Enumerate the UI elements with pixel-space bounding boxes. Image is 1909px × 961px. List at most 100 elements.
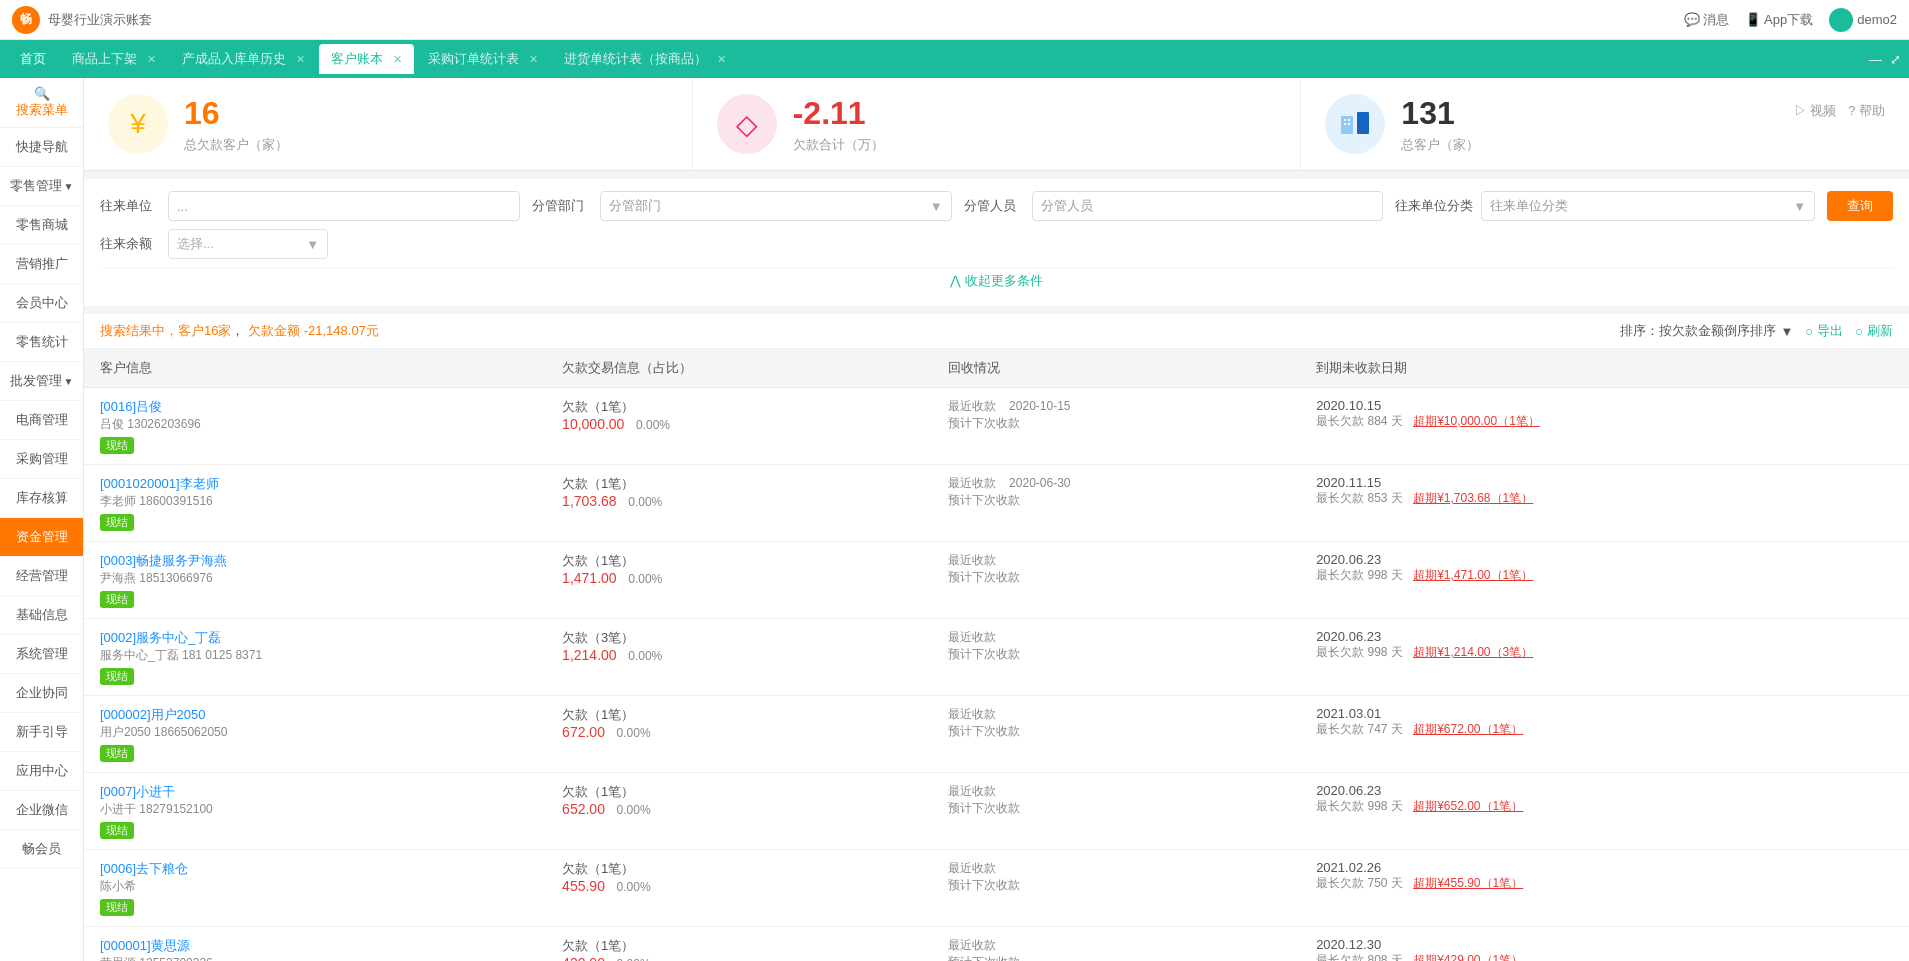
- sidebar-item-vip-member[interactable]: 畅会员: [0, 830, 83, 869]
- tab-purchase-order[interactable]: 采购订单统计表 ✕: [416, 44, 550, 74]
- overdue-link-2[interactable]: 超期¥1,471.00（1笔）: [1413, 568, 1533, 582]
- tab-close-purchase-stats[interactable]: ✕: [717, 53, 726, 66]
- collapse-filters-btn[interactable]: ⋀ 收起更多条件: [100, 267, 1893, 294]
- tab-close-purchase-order[interactable]: ✕: [529, 53, 538, 66]
- tab-close-product-history[interactable]: ✕: [296, 53, 305, 66]
- sidebar-item-retail-mgmt[interactable]: 零售管理 ▼: [0, 167, 83, 206]
- sidebar-item-marketing[interactable]: 营销推广: [0, 245, 83, 284]
- cell-customer-7: [000001]黄思源 黄思源 13552700226 现结: [84, 927, 546, 962]
- svg-rect-3: [1348, 119, 1350, 121]
- balance-label: 往来余额: [100, 235, 160, 253]
- overdue-link-1[interactable]: 超期¥1,703.68（1笔）: [1413, 491, 1533, 505]
- customer-name-link-4[interactable]: [000002]用户2050: [100, 707, 206, 722]
- unit-category-dropdown-icon: ▼: [1793, 199, 1806, 214]
- sidebar-item-enterprise-coop[interactable]: 企业协同: [0, 674, 83, 713]
- sidebar-item-purchase-mgmt[interactable]: 采购管理: [0, 440, 83, 479]
- refresh-btn[interactable]: ○ 刷新: [1855, 322, 1893, 340]
- sidebar-item-inventory[interactable]: 库存核算: [0, 479, 83, 518]
- tabbar-minimize[interactable]: —: [1869, 52, 1882, 67]
- customer-tag-5: 现结: [100, 822, 134, 839]
- debt-pct-4: 0.00%: [617, 726, 651, 740]
- export-icon: ○: [1805, 324, 1813, 339]
- manager-input[interactable]: 分管人员: [1032, 191, 1384, 221]
- sidebar-item-finance[interactable]: 资金管理: [0, 518, 83, 557]
- overdue-days-7: 最长欠款 808 天: [1316, 953, 1409, 961]
- due-date-5: 2020.06.23: [1316, 783, 1893, 798]
- dept-input[interactable]: 分管部门 ▼: [600, 191, 952, 221]
- debt-total-label: 欠款合计（万）: [793, 136, 884, 154]
- filter-area: 往来单位 ... 分管部门 分管部门 ▼ 分管人员 分管人员: [84, 179, 1909, 306]
- overdue-link-5[interactable]: 超期¥652.00（1笔）: [1413, 799, 1523, 813]
- chevron-down-icon: ▼: [64, 181, 74, 192]
- next-collection-7: 预计下次收款: [948, 954, 1284, 961]
- tabbar-maximize[interactable]: ⤢: [1890, 52, 1901, 67]
- sidebar-item-app-center[interactable]: 应用中心: [0, 752, 83, 791]
- tab-home[interactable]: 首页: [8, 44, 58, 74]
- overdue-days-1: 最长欠款 853 天: [1316, 491, 1409, 505]
- stats-row: ¥ 16 总欠款客户（家） ◇ -2.11 欠款合计（万）: [84, 78, 1909, 171]
- customer-name-link-7[interactable]: [000001]黄思源: [100, 938, 190, 953]
- sidebar-item-batch-mgmt[interactable]: 批发管理 ▼: [0, 362, 83, 401]
- overdue-link-6[interactable]: 超期¥455.90（1笔）: [1413, 876, 1523, 890]
- sidebar-item-enterprise-wechat[interactable]: 企业微信: [0, 791, 83, 830]
- due-date-7: 2020.12.30: [1316, 937, 1893, 952]
- sidebar-item-basic-info[interactable]: 基础信息: [0, 596, 83, 635]
- overdue-link-4[interactable]: 超期¥672.00（1笔）: [1413, 722, 1523, 736]
- tab-customer-account[interactable]: 客户账本 ✕: [319, 44, 414, 74]
- sort-icon: ▼: [1780, 324, 1793, 339]
- tab-close-product-status[interactable]: ✕: [147, 53, 156, 66]
- sidebar-item-new-guide[interactable]: 新手引导: [0, 713, 83, 752]
- collapse-icon: ⋀: [950, 273, 961, 288]
- next-collection-6: 预计下次收款: [948, 877, 1284, 894]
- export-btn[interactable]: ○ 导出: [1805, 322, 1843, 340]
- tab-close-customer-account[interactable]: ✕: [393, 53, 402, 66]
- debt-pct-5: 0.00%: [617, 803, 651, 817]
- svg-rect-0: [1341, 116, 1353, 134]
- overdue-link-0[interactable]: 超期¥10,000.00（1笔）: [1413, 414, 1540, 428]
- customer-name-link-1[interactable]: [0001020001]李老师: [100, 476, 219, 491]
- filter-group-unit-category: 往来单位分类 往来单位分类 ▼: [1395, 191, 1815, 221]
- last-collection-2: 最近收款: [948, 552, 1284, 569]
- source-unit-input[interactable]: ...: [168, 191, 520, 221]
- user-avatar[interactable]: demo2: [1829, 8, 1897, 32]
- sidebar-item-quick-nav[interactable]: 快捷导航: [0, 128, 83, 167]
- last-collection-7: 最近收款: [948, 937, 1284, 954]
- tab-product-history[interactable]: 产成品入库单历史 ✕: [170, 44, 317, 74]
- video-btn[interactable]: ▷ 视频: [1794, 102, 1837, 120]
- overdue-link-7[interactable]: 超期¥429.00（1笔）: [1413, 953, 1523, 961]
- sidebar-item-retail-mall[interactable]: 零售商城: [0, 206, 83, 245]
- cell-collection-1: 最近收款 2020-06-30 预计下次收款: [932, 465, 1300, 542]
- overdue-days-3: 最长欠款 998 天: [1316, 645, 1409, 659]
- total-customers-label: 总客户（家）: [1401, 136, 1479, 154]
- sidebar-item-member[interactable]: 会员中心: [0, 284, 83, 323]
- sort-dropdown[interactable]: 排序：按欠款金额倒序排序 ▼: [1620, 322, 1793, 340]
- search-button[interactable]: 查询: [1827, 191, 1893, 221]
- debt-pct-6: 0.00%: [617, 880, 651, 894]
- sidebar-search[interactable]: 🔍 搜索菜单: [0, 78, 83, 128]
- tab-purchase-stats[interactable]: 进货单统计表（按商品） ✕: [552, 44, 738, 74]
- unit-category-input[interactable]: 往来单位分类 ▼: [1481, 191, 1815, 221]
- last-collection-3: 最近收款: [948, 629, 1284, 646]
- cell-debt-0: 欠款（1笔） 10,000.00 0.00%: [546, 388, 932, 465]
- app-download-btn[interactable]: 📱 App下载: [1745, 11, 1813, 29]
- message-btn[interactable]: 💬 消息: [1684, 11, 1730, 29]
- customer-name-link-5[interactable]: [0007]小进干: [100, 784, 175, 799]
- overdue-link-3[interactable]: 超期¥1,214.00（3笔）: [1413, 645, 1533, 659]
- balance-select[interactable]: 选择... ▼: [168, 229, 328, 259]
- sidebar-item-ecommerce[interactable]: 电商管理: [0, 401, 83, 440]
- customer-name-link-3[interactable]: [0002]服务中心_丁磊: [100, 630, 221, 645]
- sidebar-item-operations[interactable]: 经营管理: [0, 557, 83, 596]
- sidebar-item-system[interactable]: 系统管理: [0, 635, 83, 674]
- cell-due-3: 2020.06.23 最长欠款 998 天 超期¥1,214.00（3笔）: [1300, 619, 1909, 696]
- tab-product-status[interactable]: 商品上下架 ✕: [60, 44, 168, 74]
- overdue-days-4: 最长欠款 747 天: [1316, 722, 1409, 736]
- sidebar-item-retail-stats[interactable]: 零售统计: [0, 323, 83, 362]
- customer-name-link-6[interactable]: [0006]去下粮仓: [100, 861, 188, 876]
- next-collection-0: 预计下次收款: [948, 415, 1284, 432]
- help-btn[interactable]: ? 帮助: [1848, 102, 1885, 120]
- customer-name-link-2[interactable]: [0003]畅捷服务尹海燕: [100, 553, 227, 568]
- customer-name-link-0[interactable]: [0016]吕俊: [100, 399, 162, 414]
- topbar: 畅 母婴行业演示账套 💬 消息 📱 App下载 demo2: [0, 0, 1909, 40]
- svg-rect-4: [1344, 123, 1346, 125]
- debt-amount-1: 1,703.68: [562, 493, 617, 509]
